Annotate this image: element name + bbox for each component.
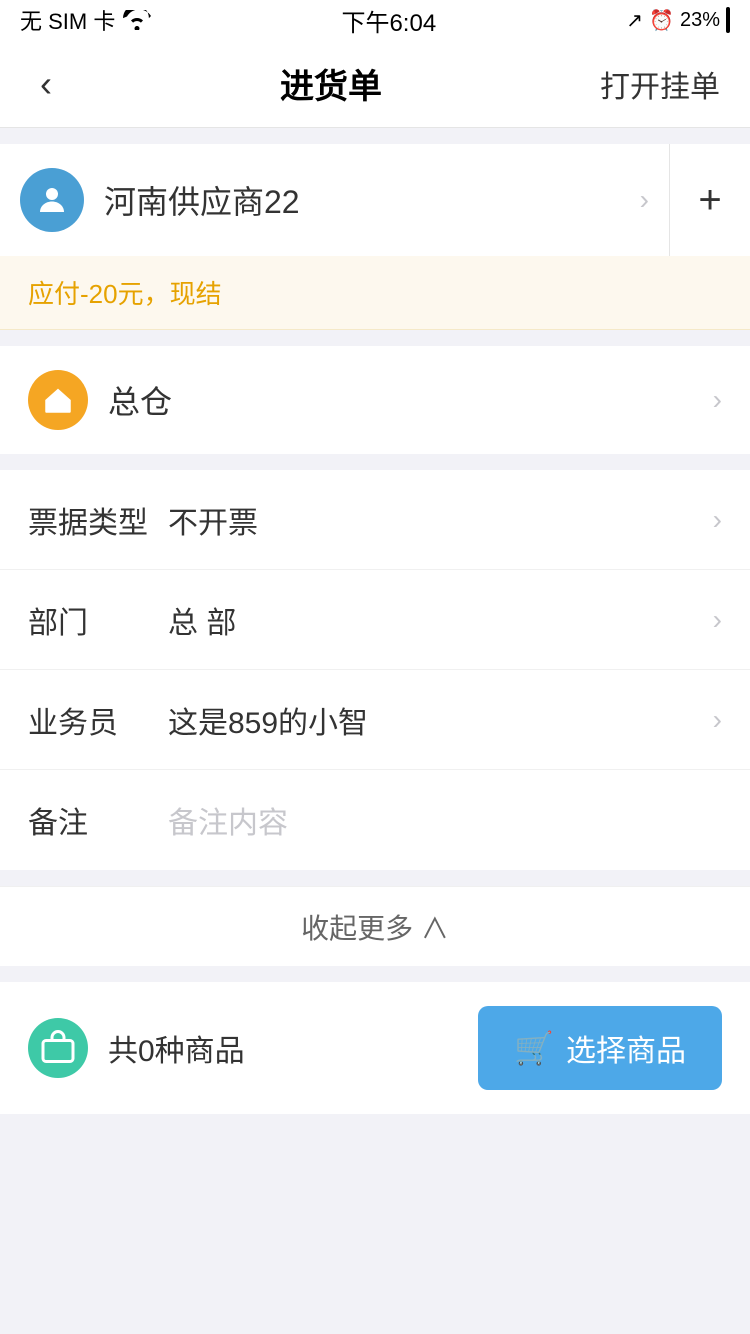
invoice-type-label: 票据类型 bbox=[28, 498, 148, 542]
chevron-right-icon: › bbox=[713, 604, 722, 636]
remark-label: 备注 bbox=[28, 798, 148, 842]
battery-icon bbox=[726, 9, 730, 32]
supplier-selector[interactable]: 河南供应商22 › bbox=[0, 144, 670, 256]
supplier-avatar bbox=[20, 168, 84, 232]
department-label: 部门 bbox=[28, 598, 148, 642]
status-time: 下午6:04 bbox=[341, 3, 436, 38]
select-product-button[interactable]: 🛒 选择商品 bbox=[478, 1006, 722, 1090]
salesperson-value: 这是859的小智 bbox=[168, 698, 701, 742]
open-pending-button[interactable]: 打开挂单 bbox=[600, 62, 720, 106]
status-left: 无 SIM 卡 bbox=[20, 4, 151, 36]
battery-percent: 23% bbox=[680, 9, 720, 32]
chevron-right-icon: › bbox=[713, 504, 722, 536]
warehouse-name: 总仓 bbox=[108, 377, 701, 423]
select-product-icon: 🛒 bbox=[514, 1029, 554, 1067]
invoice-type-value: 不开票 bbox=[168, 498, 701, 542]
back-button[interactable]: ‹ bbox=[30, 53, 62, 115]
salesperson-row[interactable]: 业务员 这是859的小智 › bbox=[0, 670, 750, 770]
nav-bar: ‹ 进货单 打开挂单 bbox=[0, 40, 750, 128]
product-count: 共0种商品 bbox=[108, 1026, 458, 1070]
remark-placeholder: 备注内容 bbox=[168, 798, 722, 842]
page-title: 进货单 bbox=[280, 59, 382, 108]
home-icon bbox=[41, 383, 75, 417]
supplier-section: 河南供应商22 › + bbox=[0, 144, 750, 256]
form-section: 票据类型 不开票 › 部门 总 部 › 业务员 这是859的小智 › 备注 备注… bbox=[0, 470, 750, 870]
select-product-label: 选择商品 bbox=[566, 1026, 686, 1070]
location-icon: ↗ bbox=[626, 8, 643, 33]
supplier-add-button[interactable]: + bbox=[670, 144, 750, 256]
supplier-name: 河南供应商22 bbox=[104, 177, 628, 223]
collapse-label: 收起更多 ∧ bbox=[301, 907, 449, 947]
bottom-bar: 共0种商品 🛒 选择商品 bbox=[0, 982, 750, 1114]
department-value: 总 部 bbox=[168, 598, 701, 642]
notice-text: 应付-20元，现结 bbox=[28, 279, 222, 309]
wifi-icon bbox=[123, 10, 151, 30]
status-bar: 无 SIM 卡 下午6:04 ↗ ⏰ 23% bbox=[0, 0, 750, 40]
alarm-icon: ⏰ bbox=[649, 8, 674, 33]
status-right: ↗ ⏰ 23% bbox=[626, 8, 730, 33]
cart-icon bbox=[40, 1030, 76, 1066]
user-icon bbox=[34, 182, 70, 218]
warehouse-icon bbox=[28, 370, 88, 430]
collapse-row[interactable]: 收起更多 ∧ bbox=[0, 886, 750, 966]
department-row[interactable]: 部门 总 部 › bbox=[0, 570, 750, 670]
chevron-right-icon: › bbox=[713, 384, 722, 416]
carrier-text: 无 SIM 卡 bbox=[20, 4, 115, 36]
invoice-type-row[interactable]: 票据类型 不开票 › bbox=[0, 470, 750, 570]
chevron-right-icon: › bbox=[713, 704, 722, 736]
main-content: 河南供应商22 › + 应付-20元，现结 总仓 › 票据类型 不开票 › 部门… bbox=[0, 144, 750, 1114]
chevron-right-icon: › bbox=[640, 184, 649, 216]
salesperson-label: 业务员 bbox=[28, 698, 148, 742]
remark-row[interactable]: 备注 备注内容 bbox=[0, 770, 750, 870]
product-icon bbox=[28, 1018, 88, 1078]
warehouse-selector[interactable]: 总仓 › bbox=[0, 346, 750, 454]
notice-bar: 应付-20元，现结 bbox=[0, 256, 750, 330]
